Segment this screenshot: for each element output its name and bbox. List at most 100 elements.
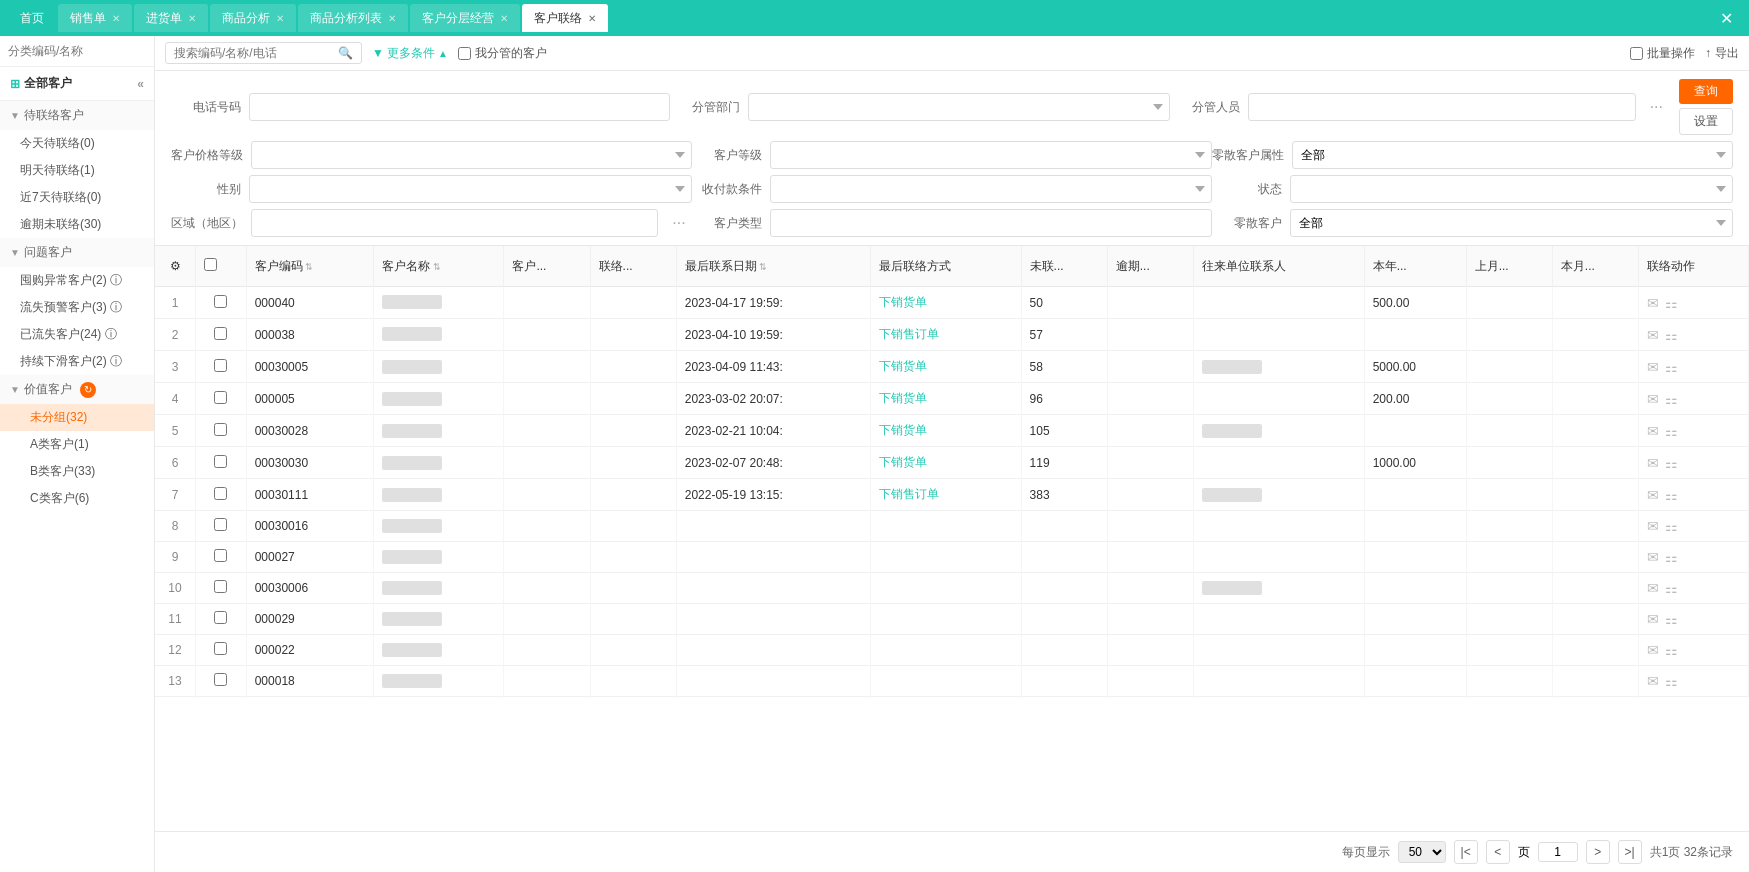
person-input[interactable] (1248, 93, 1636, 121)
th-checkbox[interactable] (196, 246, 247, 287)
nav-tab-analysis-list[interactable]: 商品分析列表 ✕ (298, 4, 408, 32)
sidebar-item-c-class[interactable]: C类客户(6) (0, 485, 154, 512)
row-checkbox[interactable] (196, 287, 247, 319)
grid-icon[interactable]: ⚏ (1665, 611, 1678, 627)
message-icon[interactable]: ✉ (1647, 549, 1659, 565)
close-icon[interactable]: ✕ (588, 13, 596, 24)
sidebar-item-churned[interactable]: 已流失客户(24) ⓘ (0, 321, 154, 348)
th-name[interactable]: 客户名称 (374, 246, 504, 287)
grid-icon[interactable]: ⚏ (1665, 455, 1678, 471)
more-conditions-btn[interactable]: ▼ 更多条件 ▲ (372, 45, 448, 62)
close-icon[interactable]: ✕ (500, 13, 508, 24)
search-button[interactable]: 查询 (1679, 79, 1733, 104)
row-checkbox[interactable] (196, 635, 247, 666)
nav-home[interactable]: 首页 (8, 4, 56, 32)
department-select[interactable] (748, 93, 1169, 121)
sidebar-collapse-icon[interactable]: « (137, 77, 144, 91)
sidebar-all-customers[interactable]: ⊞ 全部客户 « (0, 67, 154, 101)
message-icon[interactable]: ✉ (1647, 673, 1659, 689)
th-code[interactable]: 客户编码 (246, 246, 374, 287)
sidebar-section-pending[interactable]: ▼ 待联络客户 (0, 101, 154, 130)
select-all-checkbox[interactable] (204, 258, 217, 271)
grid-icon[interactable]: ⚏ (1665, 391, 1678, 407)
th-no-contact[interactable]: 未联... (1021, 246, 1107, 287)
row-checkbox[interactable] (196, 383, 247, 415)
th-this-year[interactable]: 本年... (1364, 246, 1466, 287)
close-icon[interactable]: ✕ (388, 13, 396, 24)
th-unit-contact[interactable]: 往来单位联系人 (1193, 246, 1364, 287)
sidebar-item-ungroup[interactable]: 未分组(32) (0, 404, 154, 431)
last-page-btn[interactable]: >| (1618, 840, 1642, 864)
close-icon[interactable]: ✕ (112, 13, 120, 24)
row-checkbox[interactable] (196, 604, 247, 635)
row-checkbox[interactable] (196, 542, 247, 573)
th-contact[interactable]: 联络... (590, 246, 676, 287)
sidebar-search-input[interactable] (8, 44, 155, 58)
row-checkbox[interactable] (196, 319, 247, 351)
next-page-btn[interactable]: > (1586, 840, 1610, 864)
page-input[interactable] (1538, 842, 1578, 862)
th-this-month[interactable]: 本月... (1552, 246, 1638, 287)
refresh-icon[interactable]: ↻ (80, 382, 96, 398)
message-icon[interactable]: ✉ (1647, 295, 1659, 311)
message-icon[interactable]: ✉ (1647, 611, 1659, 627)
close-icon[interactable]: ✕ (188, 13, 196, 24)
nav-tab-analysis[interactable]: 商品分析 ✕ (210, 4, 296, 32)
row-checkbox[interactable] (196, 573, 247, 604)
grid-icon[interactable]: ⚏ (1665, 673, 1678, 689)
region-dots-icon[interactable]: ··· (666, 214, 691, 232)
window-close-icon[interactable]: ✕ (1712, 9, 1741, 28)
region-input[interactable] (251, 209, 658, 237)
sidebar-item-7days[interactable]: 近7天待联络(0) (0, 184, 154, 211)
sidebar-item-declining[interactable]: 持续下滑客户(2) ⓘ (0, 348, 154, 375)
th-last-date[interactable]: 最后联系日期 (676, 246, 870, 287)
th-settings[interactable]: ⚙ (155, 246, 196, 287)
person-dots-icon[interactable]: ··· (1644, 98, 1669, 116)
batch-op-btn[interactable]: 批量操作 (1630, 45, 1695, 62)
row-checkbox[interactable] (196, 415, 247, 447)
row-checkbox[interactable] (196, 511, 247, 542)
th-last-method[interactable]: 最后联络方式 (871, 246, 1021, 287)
grid-icon[interactable]: ⚏ (1665, 549, 1678, 565)
sidebar-item-today[interactable]: 今天待联络(0) (0, 130, 154, 157)
message-icon[interactable]: ✉ (1647, 359, 1659, 375)
sidebar-item-b-class[interactable]: B类客户(33) (0, 458, 154, 485)
customer-type-input[interactable] (770, 209, 1213, 237)
nav-tab-customer-contact[interactable]: 客户联络 ✕ (522, 4, 608, 32)
grid-icon[interactable]: ⚏ (1665, 359, 1678, 375)
price-level-select[interactable] (251, 141, 692, 169)
grid-icon[interactable]: ⚏ (1665, 487, 1678, 503)
grid-icon[interactable]: ⚏ (1665, 580, 1678, 596)
grid-icon[interactable]: ⚏ (1665, 642, 1678, 658)
reset-button[interactable]: 设置 (1679, 108, 1733, 135)
message-icon[interactable]: ✉ (1647, 391, 1659, 407)
close-icon[interactable]: ✕ (276, 13, 284, 24)
my-customers-checkbox[interactable] (458, 47, 471, 60)
message-icon[interactable]: ✉ (1647, 642, 1659, 658)
message-icon[interactable]: ✉ (1647, 327, 1659, 343)
customer-level-select[interactable] (770, 141, 1213, 169)
export-btn[interactable]: ↑ 导出 (1705, 45, 1739, 62)
grid-icon[interactable]: ⚏ (1665, 423, 1678, 439)
phone-input[interactable] (249, 93, 670, 121)
message-icon[interactable]: ✉ (1647, 423, 1659, 439)
sidebar-item-tomorrow[interactable]: 明天待联络(1) (0, 157, 154, 184)
retail-attr-select[interactable]: 全部 (1292, 141, 1733, 169)
grid-icon[interactable]: ⚏ (1665, 295, 1678, 311)
row-checkbox[interactable] (196, 447, 247, 479)
row-checkbox[interactable] (196, 351, 247, 383)
first-page-btn[interactable]: |< (1454, 840, 1478, 864)
sidebar-item-churn-warning[interactable]: 流失预警客户(3) ⓘ (0, 294, 154, 321)
message-icon[interactable]: ✉ (1647, 455, 1659, 471)
sidebar-item-a-class[interactable]: A类客户(1) (0, 431, 154, 458)
gender-select[interactable] (249, 175, 692, 203)
nav-tab-sales[interactable]: 销售单 ✕ (58, 4, 132, 32)
my-customers-toggle[interactable]: 我分管的客户 (458, 45, 547, 62)
th-last-month[interactable]: 上月... (1466, 246, 1552, 287)
message-icon[interactable]: ✉ (1647, 487, 1659, 503)
nav-tab-purchase[interactable]: 进货单 ✕ (134, 4, 208, 32)
prev-page-btn[interactable]: < (1486, 840, 1510, 864)
payment-select[interactable] (770, 175, 1213, 203)
sidebar-item-overdue[interactable]: 逾期未联络(30) (0, 211, 154, 238)
th-overdue[interactable]: 逾期... (1107, 246, 1193, 287)
